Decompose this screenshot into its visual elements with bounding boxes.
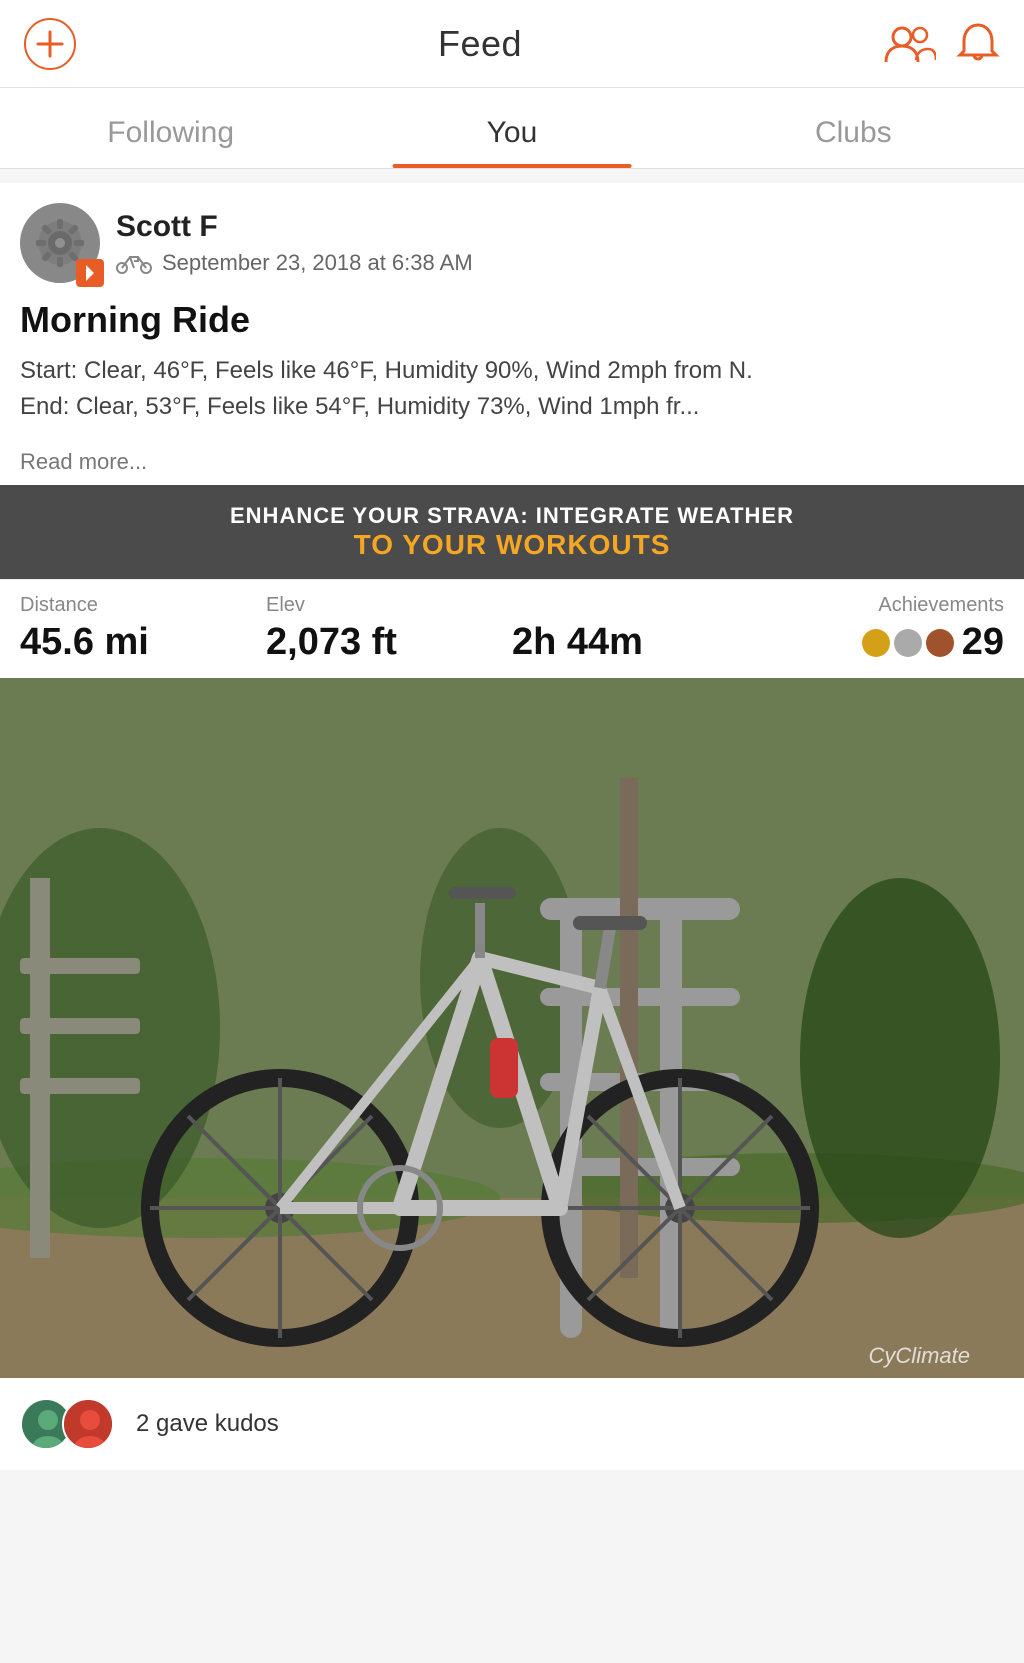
stat-achievements: Achievements 29 bbox=[758, 594, 1004, 664]
achievements-row: 29 bbox=[862, 621, 1004, 664]
time-value: 2h 44m bbox=[512, 621, 758, 664]
medal-gold bbox=[862, 629, 890, 657]
weather-banner-line1: ENHANCE YOUR STRAVA: INTEGRATE WEATHER bbox=[20, 503, 1004, 529]
elevation-value: 2,073 ft bbox=[266, 621, 512, 664]
weather-overlay: Read more... ENHANCE YOUR STRAVA: INTEGR… bbox=[0, 439, 1024, 579]
stat-distance: Distance 45.6 mi bbox=[20, 594, 266, 664]
page-title: Feed bbox=[438, 23, 522, 65]
achievements-count: 29 bbox=[962, 621, 1004, 664]
svg-text:CyClimate: CyClimate bbox=[869, 1343, 970, 1368]
strava-badge bbox=[76, 259, 104, 287]
user-name: Scott F bbox=[116, 210, 473, 244]
feed-tabs: Following You Clubs bbox=[0, 88, 1024, 169]
activity-title: Morning Ride bbox=[0, 295, 1024, 353]
distance-label: Distance bbox=[20, 594, 266, 617]
stats-row: Distance 45.6 mi Elev 2,073 ft 2h 44m Ac… bbox=[0, 579, 1024, 678]
weather-banner-line2: TO YOUR WORKOUTS bbox=[20, 529, 1004, 561]
tab-you[interactable]: You bbox=[341, 88, 682, 168]
activity-description: Start: Clear, 46°F, Feels like 46°F, Hum… bbox=[0, 353, 1024, 425]
people-icon[interactable] bbox=[884, 22, 936, 66]
activity-card: Scott F September 23, 2018 at 6:38 AM Mo… bbox=[0, 183, 1024, 1470]
header-actions bbox=[884, 21, 1000, 67]
avatar-wrap bbox=[20, 203, 100, 283]
tab-following[interactable]: Following bbox=[0, 88, 341, 168]
app-header: Feed bbox=[0, 0, 1024, 88]
distance-value: 45.6 mi bbox=[20, 621, 266, 664]
time-label bbox=[512, 594, 758, 617]
bike-icon bbox=[116, 252, 152, 274]
user-info: Scott F September 23, 2018 at 6:38 AM bbox=[116, 210, 473, 276]
kudos-text: 2 gave kudos bbox=[136, 1410, 279, 1438]
medal-silver bbox=[894, 629, 922, 657]
stat-elevation: Elev 2,073 ft bbox=[266, 594, 512, 664]
elevation-label: Elev bbox=[266, 594, 512, 617]
plus-icon bbox=[35, 29, 65, 59]
stat-time: 2h 44m bbox=[512, 594, 758, 664]
weather-banner[interactable]: ENHANCE YOUR STRAVA: INTEGRATE WEATHER T… bbox=[0, 485, 1024, 579]
achievements-label: Achievements bbox=[878, 594, 1004, 617]
kudos-avatars bbox=[20, 1398, 104, 1450]
kudos-row: 2 gave kudos bbox=[0, 1378, 1024, 1470]
bike-scene-svg: CyClimate bbox=[0, 678, 1024, 1378]
read-more-link[interactable]: Read more... bbox=[0, 439, 1024, 485]
user-row: Scott F September 23, 2018 at 6:38 AM bbox=[0, 183, 1024, 295]
activity-meta: September 23, 2018 at 6:38 AM bbox=[116, 250, 473, 276]
bell-icon[interactable] bbox=[956, 21, 1000, 67]
add-button[interactable] bbox=[24, 18, 76, 70]
description-line1: Start: Clear, 46°F, Feels like 46°F, Hum… bbox=[20, 357, 753, 384]
kudos-avatar-2 bbox=[62, 1398, 114, 1450]
medal-bronze bbox=[926, 629, 954, 657]
activity-date: September 23, 2018 at 6:38 AM bbox=[162, 250, 473, 276]
description-line2: End: Clear, 53°F, Feels like 54°F, Humid… bbox=[20, 393, 699, 420]
activity-photo: CyClimate bbox=[0, 678, 1024, 1378]
tab-clubs[interactable]: Clubs bbox=[683, 88, 1024, 168]
